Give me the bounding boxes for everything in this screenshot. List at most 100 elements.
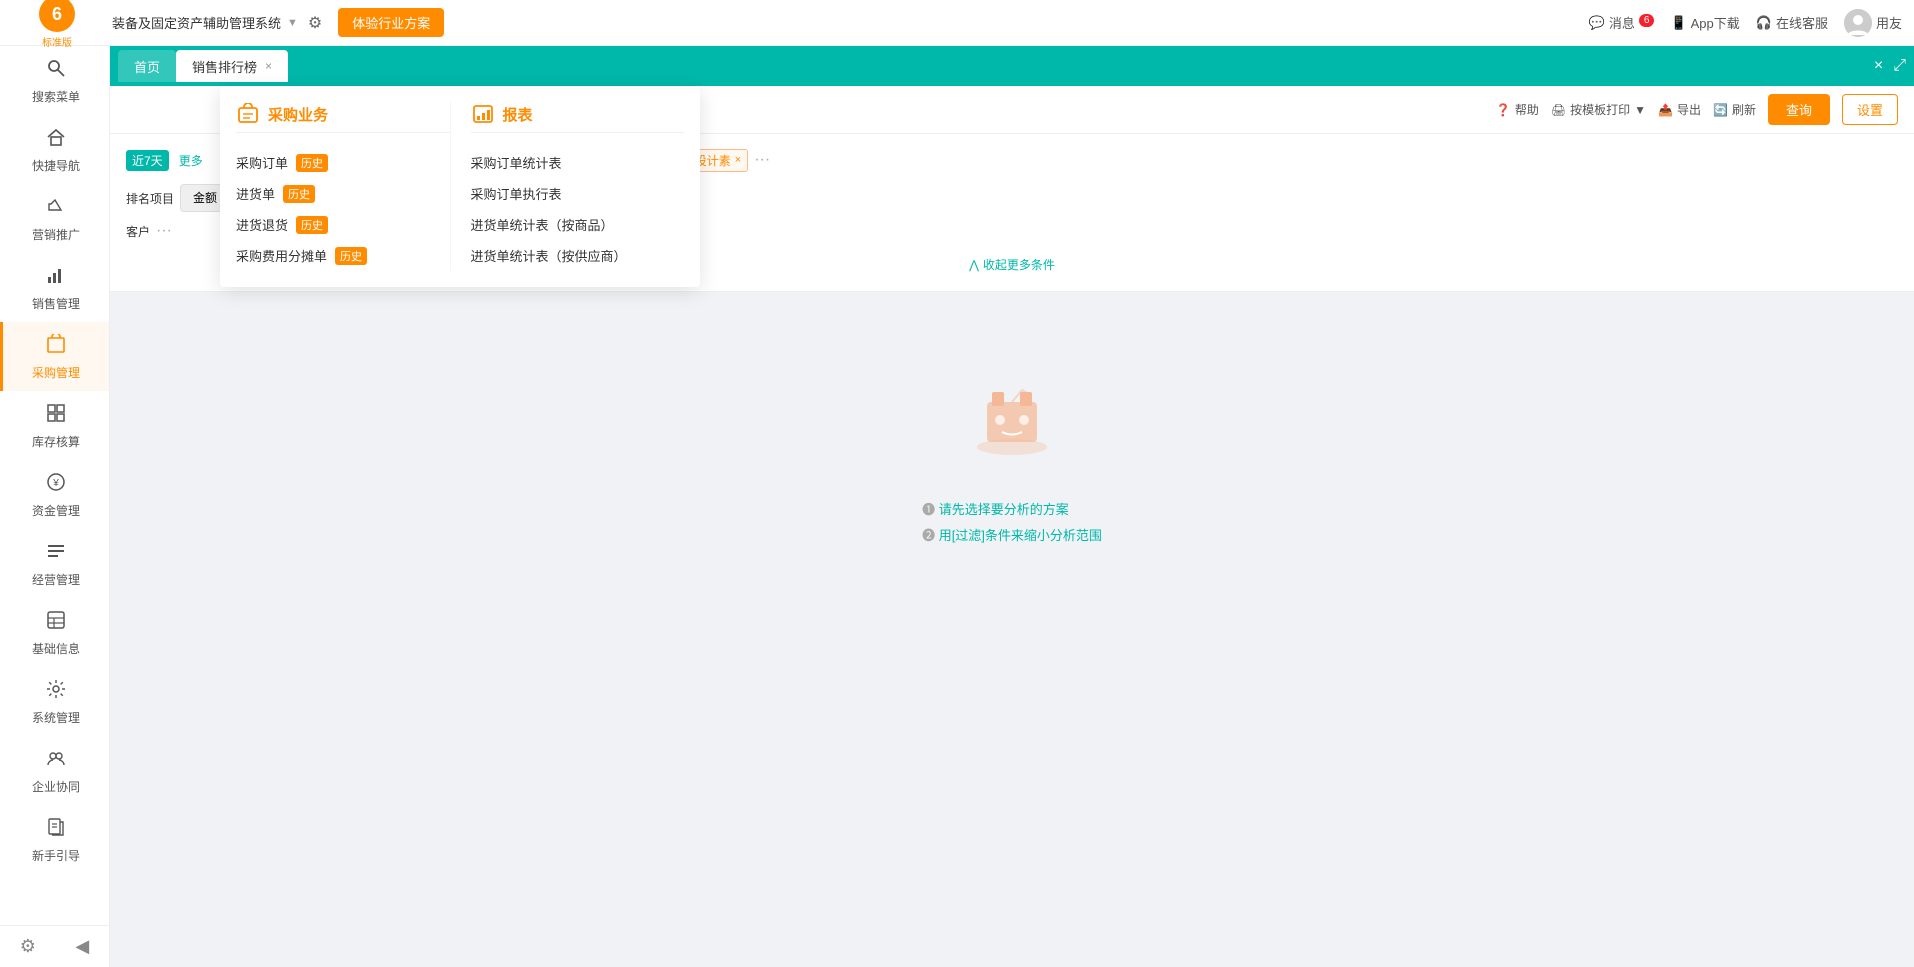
dropdown-item-stock-return[interactable]: 进货退货 历史 xyxy=(236,209,450,240)
sidebar-label-sales: 销售管理 xyxy=(32,295,80,312)
sidebar-item-system[interactable]: 系统管理 xyxy=(0,667,109,736)
message-icon: 💬 xyxy=(1589,15,1605,31)
app-download-item[interactable]: 📱 App下载 xyxy=(1670,13,1739,32)
inventory-icon xyxy=(46,403,66,429)
system-dropdown-arrow[interactable]: ▼ xyxy=(287,17,298,29)
system-info: 装备及固定资产辅助管理系统 ▼ ⚙ 体验行业方案 xyxy=(112,8,1589,37)
sidebar-bottom-settings-icon[interactable]: ⚙ xyxy=(20,936,36,957)
finance-icon: ¥ xyxy=(46,472,66,498)
online-service-item[interactable]: 🎧 在线客服 xyxy=(1756,13,1828,32)
goods-more-btn[interactable]: ··· xyxy=(754,151,770,169)
user-item[interactable]: 用友 xyxy=(1844,9,1902,37)
history-badge-1: 历史 xyxy=(283,185,315,203)
print-dropdown-icon[interactable]: ▼ xyxy=(1634,103,1646,117)
sidebar-label-marketing: 营销推广 xyxy=(32,226,80,243)
help-icon: ❓ xyxy=(1496,103,1511,117)
date-more-btn[interactable]: 更多 xyxy=(173,150,209,171)
logo-subtext: 标准版 xyxy=(42,34,72,49)
sidebar-label-purchase: 采购管理 xyxy=(32,364,80,381)
customer-more-btn[interactable]: ··· xyxy=(156,222,172,240)
dropdown-section-reports: 报表 采购订单统计表 采购订单执行表 进货单统计表（按商品） 进货单统计表（按供… xyxy=(450,102,685,271)
tab-close-all-icon[interactable]: × xyxy=(1874,57,1883,75)
sidebar-item-sales[interactable]: 销售管理 xyxy=(0,253,109,322)
reports-section-icon xyxy=(471,102,495,126)
basic-icon xyxy=(46,610,66,636)
tabbar-actions: × ⤢ xyxy=(1874,57,1906,75)
tab-expand-icon[interactable]: ⤢ xyxy=(1893,57,1906,75)
tab-home[interactable]: 首页 xyxy=(118,50,176,82)
sidebar-item-inventory[interactable]: 库存核算 xyxy=(0,391,109,460)
dropdown-item-purchase-order-stats[interactable]: 采购订单统计表 xyxy=(471,147,685,178)
logo-area: 6 标准版 xyxy=(12,0,102,49)
tab-sales-ranking[interactable]: 销售排行榜 × xyxy=(176,50,288,82)
sidebar-label-quick-nav: 快捷导航 xyxy=(32,157,80,174)
history-badge-3: 历史 xyxy=(335,247,367,265)
headset-icon: 🎧 xyxy=(1756,15,1772,31)
sidebar-collapse-icon[interactable]: ◀ xyxy=(75,936,89,957)
query-button[interactable]: 查询 xyxy=(1768,94,1830,125)
enterprise-icon xyxy=(46,748,66,774)
dropdown-item-purchase-order-exec[interactable]: 采购订单执行表 xyxy=(471,178,685,209)
sidebar-label-finance: 资金管理 xyxy=(32,502,80,519)
refresh-button[interactable]: 🔄 刷新 xyxy=(1713,101,1756,118)
sidebar-item-enterprise[interactable]: 企业协同 xyxy=(0,736,109,805)
sidebar-bottom: ⚙ ◀ xyxy=(0,925,109,967)
sidebar-item-search[interactable]: 搜索菜单 xyxy=(0,46,109,115)
sidebar-label-system: 系统管理 xyxy=(32,709,80,726)
dropdown-section-purchase-business: 采购业务 采购订单 历史 进货单 历史 进货退货 历史 采购费用分摊单 历史 xyxy=(236,102,450,271)
dropdown-item-stock-in[interactable]: 进货单 历史 xyxy=(236,178,450,209)
avatar xyxy=(1844,9,1872,37)
tabbar: 首页 销售排行榜 × × ⤢ xyxy=(110,46,1914,86)
sidebar-item-purchase[interactable]: 采购管理 xyxy=(0,322,109,391)
industry-button[interactable]: 体验行业方案 xyxy=(338,8,444,37)
sidebar-item-guide[interactable]: 新手引导 xyxy=(0,805,109,874)
messages-item[interactable]: 💬 消息 6 xyxy=(1589,13,1655,32)
print-icon: 🖨 xyxy=(1551,103,1566,117)
print-template-button[interactable]: 🖨 按模板打印 ▼ xyxy=(1551,101,1646,118)
sidebar-item-basic[interactable]: 基础信息 xyxy=(0,598,109,667)
svg-text:¥: ¥ xyxy=(52,478,59,489)
purchase-section-icon xyxy=(236,102,260,126)
dropdown-item-stock-stats-by-supplier[interactable]: 进货单统计表（按供应商） xyxy=(471,240,685,271)
system-name: 装备及固定资产辅助管理系统 xyxy=(112,13,281,32)
logo-icon: 6 xyxy=(39,0,75,32)
sidebar: 搜索菜单 快捷导航 营销推广 销售管理 采购管理 xyxy=(0,46,110,967)
customer-filter: 客户 ··· xyxy=(126,222,172,240)
dropdown-section-title-purchase: 采购业务 xyxy=(236,102,450,133)
tab-home-label: 首页 xyxy=(134,57,160,76)
message-badge: 6 xyxy=(1639,14,1655,27)
search-icon xyxy=(46,58,66,84)
settings-button[interactable]: 设置 xyxy=(1842,94,1898,125)
topbar: 6 标准版 装备及固定资产辅助管理系统 ▼ ⚙ 体验行业方案 💬 消息 6 📱 … xyxy=(0,0,1914,46)
guide-icon xyxy=(46,817,66,843)
empty-icon xyxy=(962,372,1062,481)
history-badge-0: 历史 xyxy=(296,154,328,172)
sidebar-label-guide: 新手引导 xyxy=(32,847,80,864)
marketing-icon xyxy=(46,196,66,222)
sidebar-item-quick-nav[interactable]: 快捷导航 xyxy=(0,115,109,184)
home-icon xyxy=(46,127,66,153)
export-button[interactable]: 📤 导出 xyxy=(1658,101,1701,118)
sidebar-label-inventory: 库存核算 xyxy=(32,433,80,450)
date-7d-btn[interactable]: 近7天 xyxy=(126,150,169,171)
dropdown-item-stock-stats-by-goods[interactable]: 进货单统计表（按商品） xyxy=(471,209,685,240)
settings-icon[interactable]: ⚙ xyxy=(308,13,322,33)
collapse-up-icon: ⋀ xyxy=(969,258,979,272)
sidebar-label-basic: 基础信息 xyxy=(32,640,80,657)
sidebar-item-operation[interactable]: 经营管理 xyxy=(0,529,109,598)
dropdown-item-purchase-expense[interactable]: 采购费用分摊单 历史 xyxy=(236,240,450,271)
refresh-icon: 🔄 xyxy=(1713,103,1728,117)
empty-tip: ❶ 请先选择要分析的方案 ❷ 用[过滤]条件来缩小分析范围 xyxy=(922,497,1102,549)
tab-sales-ranking-label: 销售排行榜 xyxy=(192,57,257,76)
customer-label: 客户 xyxy=(126,223,150,240)
sidebar-item-marketing[interactable]: 营销推广 xyxy=(0,184,109,253)
dropdown-item-purchase-order[interactable]: 采购订单 历史 xyxy=(236,147,450,178)
sidebar-item-finance[interactable]: ¥ 资金管理 xyxy=(0,460,109,529)
main-area: 首页 销售排行榜 × × ⤢ ❓ 帮助 🖨 按模板打印 xyxy=(110,46,1914,967)
tab-close-icon[interactable]: × xyxy=(265,59,272,73)
purchase-icon xyxy=(46,334,66,360)
history-badge-2: 历史 xyxy=(296,216,328,234)
goods-tag-close[interactable]: × xyxy=(735,154,741,166)
help-button[interactable]: ❓ 帮助 xyxy=(1496,101,1539,118)
empty-state: ❶ 请先选择要分析的方案 ❷ 用[过滤]条件来缩小分析范围 xyxy=(110,292,1914,629)
